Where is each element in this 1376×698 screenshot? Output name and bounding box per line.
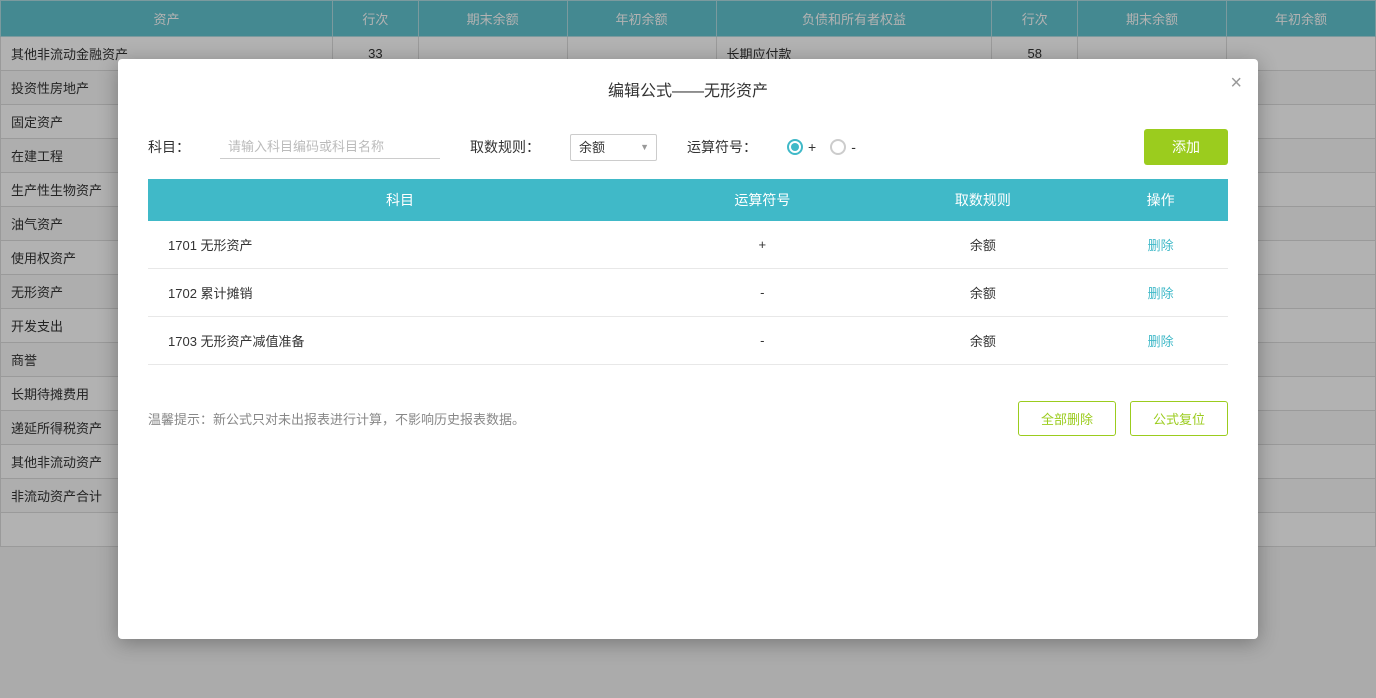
operator-minus-label: -: [851, 139, 856, 155]
table-row: 1702 累计摊销-余额 删除: [148, 269, 1228, 317]
table-cell-action: 删除: [1093, 317, 1228, 365]
operator-minus-radio[interactable]: -: [830, 139, 856, 155]
modal-overlay: 编辑公式——无形资产 × 科目： 取数规则： 余额 借方 贷方 借方累计 贷方累…: [0, 0, 1376, 698]
delete-row-button[interactable]: 删除: [1148, 235, 1174, 254]
rule-select[interactable]: 余额 借方 贷方 借方累计 贷方累计: [570, 134, 657, 161]
reset-formula-button[interactable]: 公式复位: [1130, 401, 1228, 436]
table-cell-rule: 余额: [873, 317, 1094, 365]
footer-hint: 温馨提示：新公式只对未出报表进行计算，不影响历史报表数据。: [148, 409, 525, 428]
table-cell-subject: 1703 无形资产减值准备: [148, 317, 652, 365]
modal-header: 编辑公式——无形资产 ×: [118, 59, 1258, 115]
subject-input[interactable]: [220, 135, 440, 159]
modal-title: 编辑公式——无形资产: [608, 77, 768, 101]
table-header-row: 科目 运算符号 取数规则 操作: [148, 179, 1228, 221]
radio-plus-icon: [787, 139, 803, 155]
data-table-wrap: 科目 运算符号 取数规则 操作 1701 无形资产+余额删除1702 累计摊销-…: [118, 179, 1258, 365]
table-cell-subject: 1701 无形资产: [148, 221, 652, 269]
rule-label: 取数规则：: [470, 137, 540, 157]
footer-buttons: 全部删除 公式复位: [1018, 401, 1228, 436]
form-row: 科目： 取数规则： 余额 借方 贷方 借方累计 贷方累计 运算符号： +: [118, 115, 1258, 179]
table-cell-rule: 余额: [873, 269, 1094, 317]
table-cell-operator: +: [652, 221, 873, 269]
table-cell-action: 删除: [1093, 269, 1228, 317]
add-button[interactable]: 添加: [1144, 129, 1228, 165]
col-action: 操作: [1093, 179, 1228, 221]
delete-row-button[interactable]: 删除: [1148, 283, 1174, 302]
operator-plus-radio[interactable]: +: [787, 139, 816, 155]
operator-radio-group: + -: [787, 139, 856, 155]
modal-footer: 温馨提示：新公式只对未出报表进行计算，不影响历史报表数据。 全部删除 公式复位: [118, 385, 1258, 456]
col-subject: 科目: [148, 179, 652, 221]
modal-dialog: 编辑公式——无形资产 × 科目： 取数规则： 余额 借方 贷方 借方累计 贷方累…: [118, 59, 1258, 639]
modal-close-button[interactable]: ×: [1230, 73, 1242, 93]
radio-minus-icon: [830, 139, 846, 155]
col-rule: 取数规则: [873, 179, 1094, 221]
table-row: 1701 无形资产+余额 删除: [148, 221, 1228, 269]
table-cell-action: 删除: [1093, 221, 1228, 269]
table-cell-operator: -: [652, 269, 873, 317]
delete-row-button[interactable]: 删除: [1148, 331, 1174, 350]
table-cell-subject: 1702 累计摊销: [148, 269, 652, 317]
subject-label: 科目：: [148, 137, 190, 157]
rule-select-wrap: 余额 借方 贷方 借方累计 贷方累计: [570, 134, 657, 161]
table-row: 1703 无形资产减值准备-余额 删除: [148, 317, 1228, 365]
operator-label: 运算符号：: [687, 137, 757, 157]
data-table: 科目 运算符号 取数规则 操作 1701 无形资产+余额删除1702 累计摊销-…: [148, 179, 1228, 365]
table-cell-rule: 余额: [873, 221, 1094, 269]
table-cell-operator: -: [652, 317, 873, 365]
operator-plus-label: +: [808, 139, 816, 155]
col-operator: 运算符号: [652, 179, 873, 221]
delete-all-button[interactable]: 全部删除: [1018, 401, 1116, 436]
